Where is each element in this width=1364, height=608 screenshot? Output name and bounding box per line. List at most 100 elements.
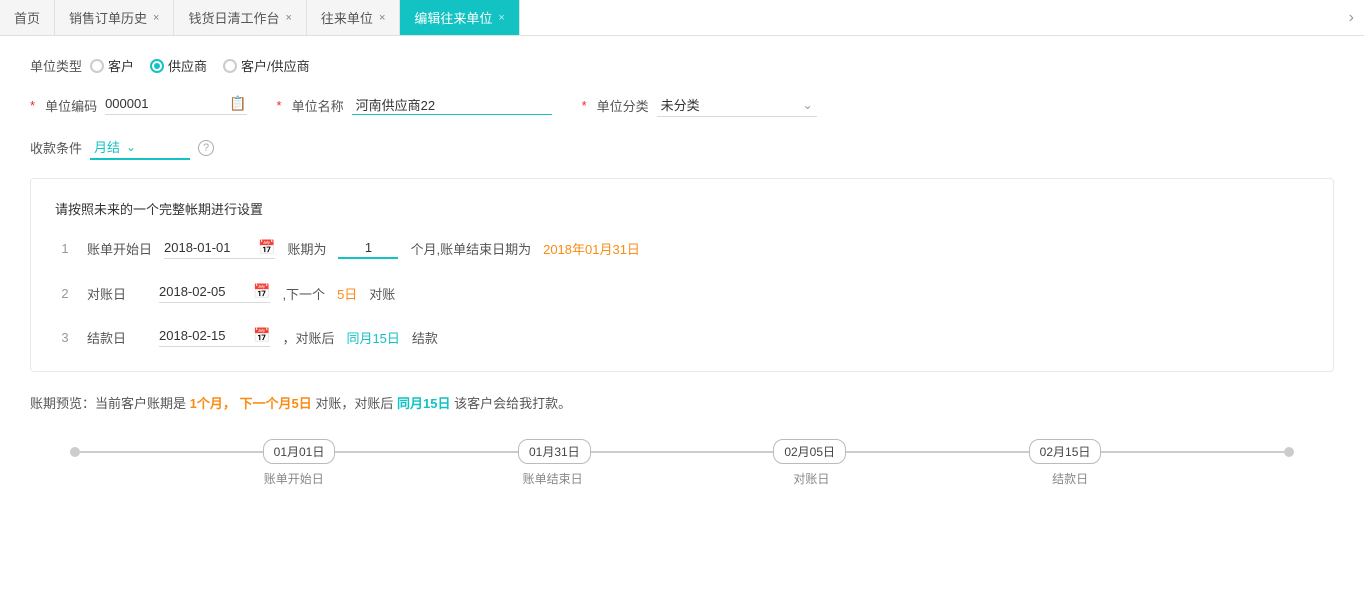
step-2-calendar-icon[interactable]: 📅 [253,283,270,300]
step-2-label: 对账日 [87,284,147,303]
step-1-date-field[interactable] [164,240,254,255]
timeline-node-2: 01月31日 [518,439,591,464]
timeline-seg-4 [846,451,1029,453]
timeline-seg-3 [591,451,774,453]
step-2-date-input: 📅 [159,283,270,303]
payment-condition-field: 收款条件 月结 ⌄ ? [30,135,214,160]
unit-info-row: * 单位编码 📋 * 单位名称 * 单位分类 未分类 ⌄ [30,93,1334,117]
timeline-bubble-1: 01月01日 [263,439,336,464]
unit-code-field: * 单位编码 📋 [30,95,247,115]
tab-sales-history-label: 销售订单历史 [69,8,147,27]
step-3-highlight: 同月15日 [346,328,399,347]
payment-condition-row: 收款条件 月结 ⌄ ? [30,135,1334,160]
tab-cash-ledger[interactable]: 钱货日清工作台 × [174,0,306,35]
timeline-node-3: 02月05日 [773,439,846,464]
unit-code-input-wrapper: 📋 [105,95,246,115]
tab-sales-history-close[interactable]: × [153,12,159,24]
radio-customer[interactable]: 客户 [90,56,134,75]
unit-type-radio-group: 客户 供应商 客户/供应商 [90,56,310,75]
radio-both-circle [223,59,237,73]
tab-home[interactable]: 首页 [0,0,55,35]
timeline-seg-1 [80,451,263,453]
unit-name-star: * [277,98,282,113]
preview-label: 账期预览：当前客户账期是 [30,396,186,411]
step-1-calendar-icon[interactable]: 📅 [258,239,275,256]
timeline-bubble-2: 01月31日 [518,439,591,464]
unit-category-select[interactable]: 未分类 ⌄ [657,93,817,117]
unit-code-input[interactable] [105,96,225,111]
step-1-end-date: 2018年01月31日 [543,239,640,258]
tab-sales-history[interactable]: 销售订单历史 × [55,0,174,35]
unit-code-star: * [30,98,35,113]
step-2-row: 2 对账日 📅 ,下一个 5日 对账 [55,283,1309,303]
timeline-labels-row: 账单开始日 账单结束日 对账日 结款日 [70,470,1294,487]
settings-box: 请按照未来的一个完整帐期进行设置 1 账单开始日 📅 账期为 个月,账单结束日期… [30,178,1334,372]
payment-condition-value: 月结 [94,137,120,156]
tab-cash-ledger-close[interactable]: × [285,12,291,24]
step-1-suffix-post-pre: 个月,账单结束日期为 [410,239,531,258]
timeline-section: 01月01日 01月31日 02月05日 02月15日 [30,439,1334,487]
step-3-row: 3 结款日 📅 ，对账后 同月15日 结款 [55,327,1309,347]
help-icon[interactable]: ? [198,140,214,156]
payment-condition-select[interactable]: 月结 ⌄ [90,135,190,160]
preview-mid2: 对账，对账后 [315,396,393,411]
preview-tail: 该客户会给我打款。 [454,396,571,411]
step-1-date-input: 📅 [164,239,275,259]
timeline-node-4: 02月15日 [1029,439,1102,464]
tab-partner-units[interactable]: 往来单位 × [307,0,400,35]
payment-condition-chevron-icon: ⌄ [126,140,136,154]
tab-cash-ledger-label: 钱货日清工作台 [188,8,279,27]
radio-both[interactable]: 客户/供应商 [223,56,310,75]
tabs-arrow[interactable]: › [1339,0,1364,35]
unit-category-value: 未分类 [661,95,797,114]
unit-category-star: * [582,98,587,113]
payment-condition-label: 收款条件 [30,138,82,157]
radio-customer-label: 客户 [108,56,134,75]
tab-home-label: 首页 [14,8,40,27]
step-2-suffix-pre: ,下一个 [282,284,325,303]
step-1-label: 账单开始日 [87,239,152,258]
tab-partner-units-close[interactable]: × [379,12,385,24]
unit-code-copy-icon[interactable]: 📋 [229,95,246,112]
preview-period: 1个月， [190,396,236,411]
preview-end: 同月15日 [397,396,450,411]
unit-type-row: 单位类型 客户 供应商 客户/供应商 [30,56,1334,75]
preview-text: 账期预览：当前客户账期是 1个月， 下一个月5日 对账，对账后 同月15日 该客… [30,392,1334,415]
step-2-suffix-post: 对账 [369,284,395,303]
unit-category-label: 单位分类 [597,96,649,115]
unit-type-label: 单位类型 [30,56,82,75]
radio-customer-circle [90,59,104,73]
timeline-bubble-3: 02月05日 [773,439,846,464]
unit-category-chevron-icon: ⌄ [803,98,813,112]
timeline-label-1: 账单开始日 [254,470,334,487]
radio-supplier[interactable]: 供应商 [150,56,207,75]
step-3-date-field[interactable] [159,328,249,343]
unit-category-field: * 单位分类 未分类 ⌄ [582,93,817,117]
tab-edit-partner[interactable]: 编辑往来单位 × [400,0,519,35]
tabs-bar: 首页 销售订单历史 × 钱货日清工作台 × 往来单位 × 编辑往来单位 × › [0,0,1364,36]
timeline-end-dot [1284,447,1294,457]
step-1-period-input[interactable] [338,238,398,259]
step-3-num: 3 [55,330,75,345]
tab-edit-partner-label: 编辑往来单位 [414,8,492,27]
step-2-highlight: 5日 [337,284,357,303]
radio-both-label: 客户/供应商 [241,56,310,75]
timeline-label-4: 结款日 [1030,470,1110,487]
timeline-label-2: 账单结束日 [513,470,593,487]
tab-edit-partner-close[interactable]: × [498,12,504,24]
step-2-date-field[interactable] [159,284,249,299]
timeline-label-3: 对账日 [771,470,851,487]
radio-supplier-label: 供应商 [168,56,207,75]
step-1-num: 1 [55,241,75,256]
timeline-row: 01月01日 01月31日 02月05日 02月15日 [70,439,1294,464]
settings-title: 请按照未来的一个完整帐期进行设置 [55,199,1309,218]
timeline-seg-2 [335,451,518,453]
unit-name-label: 单位名称 [292,96,344,115]
tab-partner-units-label: 往来单位 [321,8,373,27]
unit-name-input[interactable] [352,95,552,115]
step-3-suffix-pre: ，对账后 [282,328,334,347]
radio-supplier-circle [150,59,164,73]
unit-type-field: 单位类型 客户 供应商 客户/供应商 [30,56,310,75]
step-1-row: 1 账单开始日 📅 账期为 个月,账单结束日期为 2018年01月31日 [55,238,1309,259]
step-3-calendar-icon[interactable]: 📅 [253,327,270,344]
